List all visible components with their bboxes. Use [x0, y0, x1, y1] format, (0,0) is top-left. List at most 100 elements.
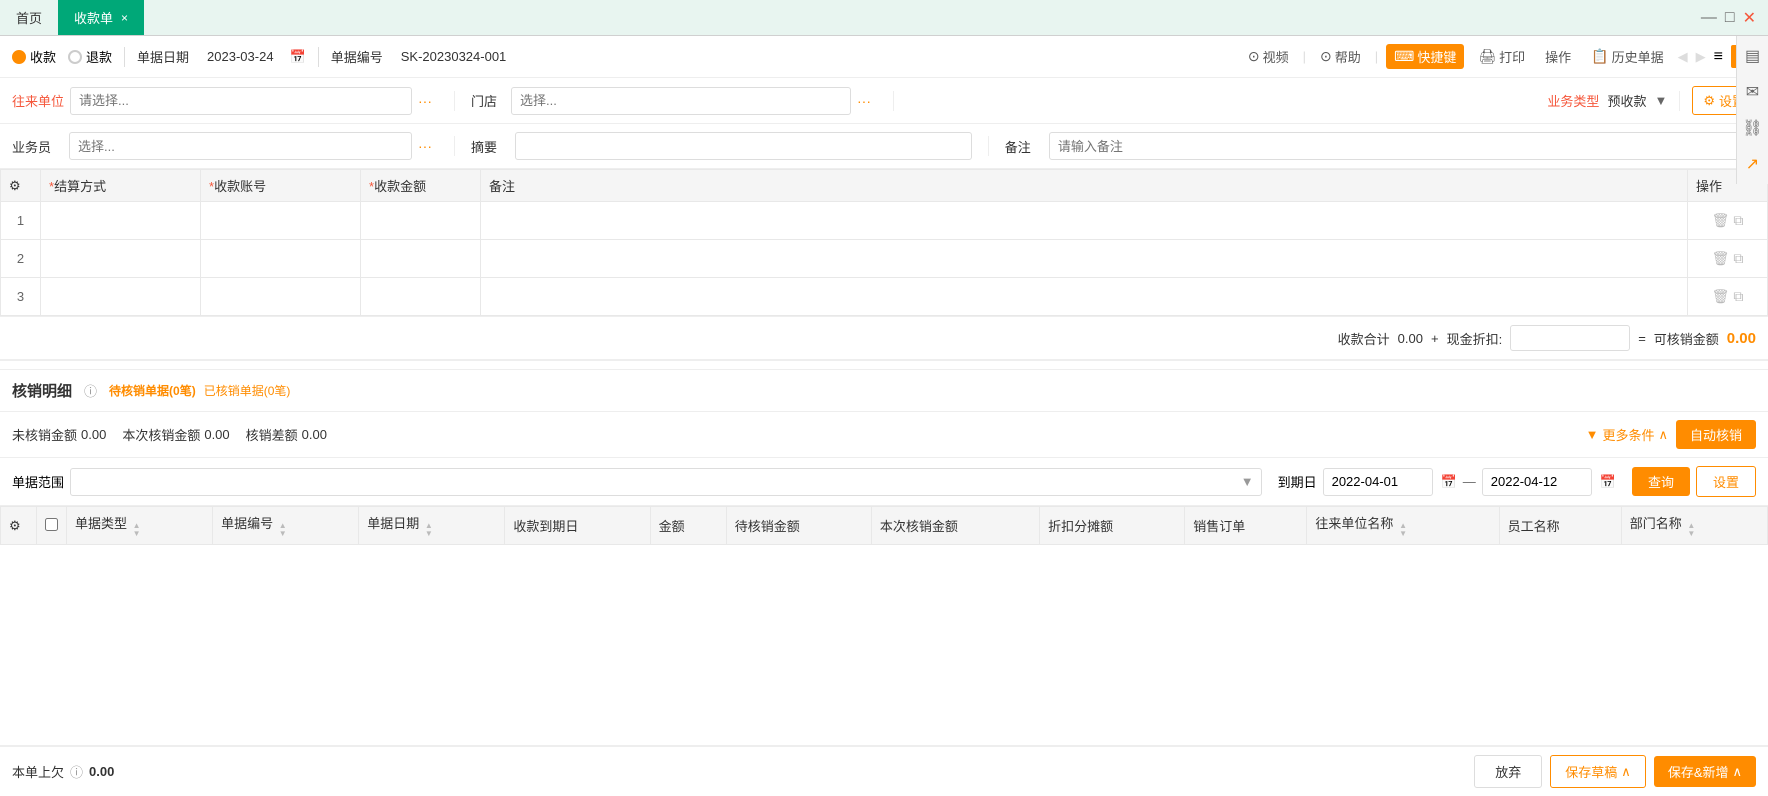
- tab-pending[interactable]: 待核销单据(0笔): [109, 382, 196, 399]
- auto-cancel-btn[interactable]: 自动核销: [1676, 420, 1756, 449]
- date-from-input[interactable]: [1323, 468, 1433, 496]
- collapse-icon: ∧: [1658, 427, 1668, 443]
- table-gear-header[interactable]: ⚙: [1, 170, 41, 202]
- table-settings-btn[interactable]: 设置: [1696, 466, 1756, 497]
- settle-method-cell-2[interactable]: [41, 240, 201, 278]
- settle-method-input-2[interactable]: [41, 240, 200, 277]
- counterpart-more-btn[interactable]: ···: [412, 93, 438, 109]
- window-maximize-icon[interactable]: □: [1725, 9, 1735, 27]
- amount-cell-2[interactable]: [361, 240, 481, 278]
- account-input-1[interactable]: [201, 202, 360, 239]
- remark-cell-3[interactable]: [481, 278, 1688, 316]
- date-to-input[interactable]: [1482, 468, 1592, 496]
- bt-checkbox-all[interactable]: [45, 518, 58, 531]
- remark-input-2[interactable]: [481, 240, 1687, 277]
- remark-input[interactable]: [1049, 132, 1756, 160]
- bt-checkbox-header[interactable]: [37, 507, 67, 545]
- range-field: 单据范围 ▼: [12, 468, 1262, 496]
- amount-input-3[interactable]: [361, 278, 480, 315]
- save-draft-arrow-icon[interactable]: ∧: [1621, 764, 1631, 780]
- staff-more-btn[interactable]: ···: [412, 138, 438, 154]
- print-btn[interactable]: 🖨 打印: [1472, 45, 1531, 68]
- table-row: 1 🗑 ⧉: [1, 202, 1768, 240]
- account-input-2[interactable]: [201, 240, 360, 277]
- bt-counterpart-header: 往来单位名称 ▲▼: [1307, 507, 1499, 545]
- equals-label: =: [1638, 331, 1646, 346]
- abandon-btn[interactable]: 放弃: [1474, 755, 1542, 788]
- account-input-3[interactable]: [201, 278, 360, 315]
- amount-input-1[interactable]: [361, 202, 480, 239]
- radio-refund[interactable]: 退款: [68, 47, 112, 66]
- delete-row-icon-2[interactable]: 🗑: [1712, 250, 1730, 267]
- amount-cell-1[interactable]: [361, 202, 481, 240]
- account-cell-3[interactable]: [201, 278, 361, 316]
- date-calendar-icon[interactable]: 📅: [290, 49, 306, 65]
- gear-icon: ⚙: [1703, 93, 1715, 109]
- remark-input-1[interactable]: [481, 202, 1687, 239]
- filter-right: 查询 设置: [1632, 466, 1756, 497]
- window-minimize-icon[interactable]: —: [1701, 9, 1717, 27]
- bottom-table-section: ⚙ 单据类型 ▲▼ 单据编号 ▲▼ 单据日期 ▲▼: [0, 506, 1768, 745]
- verify-info-icon[interactable]: ⓘ: [84, 381, 97, 400]
- store-more-btn[interactable]: ···: [851, 93, 877, 109]
- remark-cell-1[interactable]: [481, 202, 1688, 240]
- shortcut-btn[interactable]: ⌨ 快捷键: [1386, 44, 1464, 69]
- history-btn[interactable]: 📋 历史单据: [1585, 45, 1669, 68]
- bt-gear-header[interactable]: ⚙: [1, 507, 37, 545]
- settle-method-input-1[interactable]: [41, 202, 200, 239]
- tab-done[interactable]: 已核销单据(0笔): [204, 382, 291, 399]
- business-type-dropdown-icon[interactable]: ▼: [1654, 93, 1667, 108]
- summary-input[interactable]: [515, 132, 972, 160]
- save-draft-btn[interactable]: 保存草稿 ∧: [1550, 755, 1646, 788]
- save-new-btn[interactable]: 保存&新增 ∧: [1654, 756, 1756, 787]
- remark-cell-2[interactable]: [481, 240, 1688, 278]
- copy-row-icon-1[interactable]: ⧉: [1733, 212, 1743, 229]
- business-type-field: 业务类型 预收款 ▼: [1547, 91, 1667, 110]
- amount-input-2[interactable]: [361, 240, 480, 277]
- video-btn[interactable]: ⊙ 视频: [1242, 45, 1295, 68]
- operation-btn[interactable]: 操作: [1539, 45, 1577, 68]
- account-header: *收款账号: [201, 170, 361, 202]
- query-btn[interactable]: 查询: [1632, 467, 1690, 496]
- cal-from-icon[interactable]: 📅: [1441, 474, 1457, 490]
- delete-row-icon-3[interactable]: 🗑: [1712, 288, 1730, 305]
- more-conditions-btn[interactable]: ▼ 更多条件 ∧: [1586, 425, 1668, 444]
- amount-cell-3[interactable]: [361, 278, 481, 316]
- range-dropdown[interactable]: ▼: [70, 468, 1262, 496]
- range-select[interactable]: [70, 468, 1262, 496]
- table-gear-icon[interactable]: ⚙: [9, 178, 21, 193]
- sidebar-table-icon[interactable]: ▤: [1741, 44, 1765, 68]
- help-btn[interactable]: ⊙ 帮助: [1314, 45, 1367, 68]
- account-cell-1[interactable]: [201, 202, 361, 240]
- delete-row-icon-1[interactable]: 🗑: [1712, 212, 1730, 229]
- counterpart-input[interactable]: [70, 87, 412, 115]
- copy-row-icon-2[interactable]: ⧉: [1733, 250, 1743, 267]
- copy-row-icon-3[interactable]: ⧉: [1733, 288, 1743, 305]
- sidebar-expand-icon[interactable]: ↗: [1741, 152, 1765, 176]
- remark-input-3[interactable]: [481, 278, 1687, 315]
- staff-input[interactable]: [69, 132, 412, 160]
- cal-to-icon[interactable]: 📅: [1600, 474, 1616, 490]
- settle-method-cell-3[interactable]: [41, 278, 201, 316]
- bt-gear-icon[interactable]: ⚙: [9, 518, 21, 533]
- prev-info-icon[interactable]: ⓘ: [70, 762, 83, 781]
- tab-home[interactable]: 首页: [0, 0, 58, 35]
- settle-method-cell-1[interactable]: [41, 202, 201, 240]
- save-new-arrow-icon[interactable]: ∧: [1732, 764, 1742, 780]
- sidebar-link-icon[interactable]: ⛓: [1741, 116, 1765, 140]
- account-cell-2[interactable]: [201, 240, 361, 278]
- sidebar-mail-icon[interactable]: ✉: [1741, 80, 1765, 104]
- tab-receipt[interactable]: 收款单 ×: [58, 0, 144, 35]
- radio-receipt[interactable]: 收款: [12, 47, 56, 66]
- store-input[interactable]: [511, 87, 851, 115]
- counterpart-field: 往来单位: [12, 87, 412, 115]
- discount-input[interactable]: [1510, 325, 1630, 351]
- receipt-table: ⚙ *结算方式 *收款账号 *收款金额 备注 操作: [0, 169, 1768, 316]
- bt-this-cancel-header: 本次核销金额: [871, 507, 1039, 545]
- action-cell-3: 🗑 ⧉: [1688, 278, 1768, 316]
- layout-list-icon[interactable]: ≡: [1714, 48, 1723, 66]
- close-tab-icon[interactable]: ×: [121, 11, 128, 25]
- window-close-icon[interactable]: ✕: [1743, 8, 1756, 28]
- settle-method-input-3[interactable]: [41, 278, 200, 315]
- summary-field: 摘要: [471, 132, 972, 160]
